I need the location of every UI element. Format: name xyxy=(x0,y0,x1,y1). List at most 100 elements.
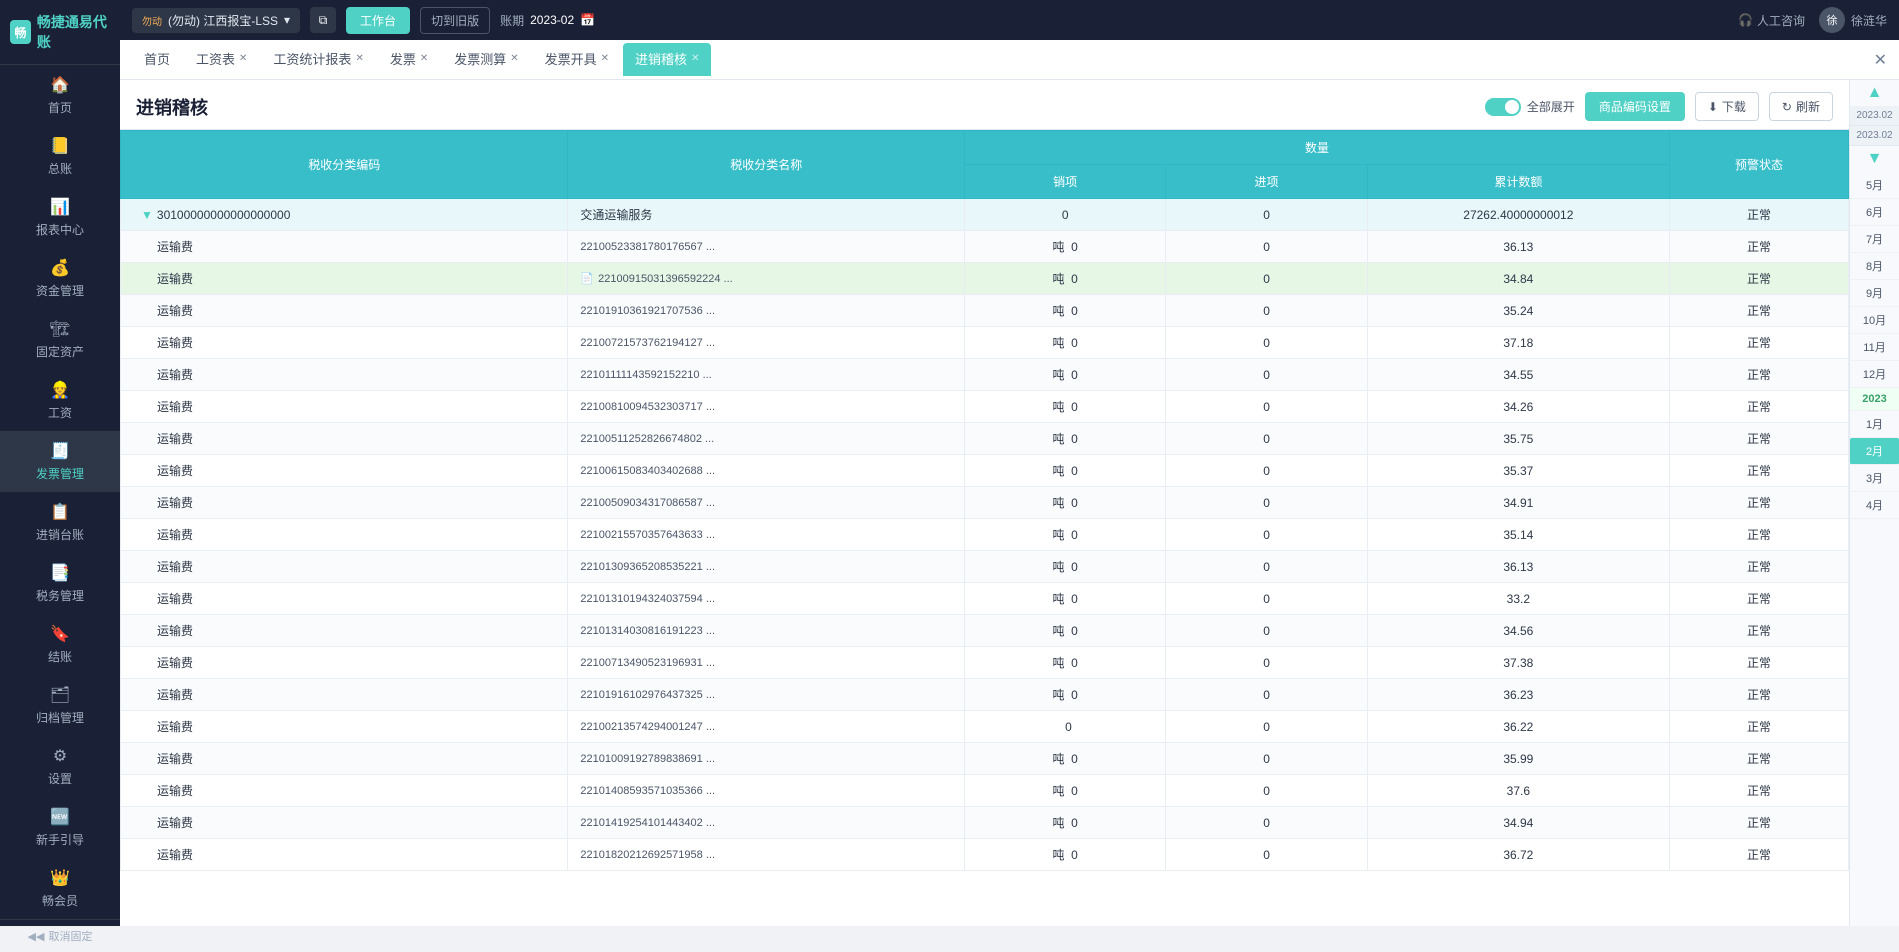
sidebar-item-home[interactable]: 🏠 首页 xyxy=(0,65,120,126)
calendar-month-5[interactable]: 5月 xyxy=(1850,172,1899,199)
invoice-code-cell: 22101820212692571958 ... xyxy=(568,839,965,871)
total-cell: 35.99 xyxy=(1367,743,1669,775)
tab-invoice-calc[interactable]: 发票测算 ✕ xyxy=(442,43,530,76)
calendar-month-2-current[interactable]: 2月 xyxy=(1850,438,1899,465)
calendar-icon[interactable]: 📅 xyxy=(580,13,595,27)
calendar-month-4[interactable]: 4月 xyxy=(1850,492,1899,519)
purchase-cell: 0 xyxy=(1166,359,1367,391)
expand-toggle[interactable]: 全部展开 xyxy=(1485,98,1575,116)
company-selector[interactable]: 勿动 (勿动) 江西报宝-LSS ▾ xyxy=(132,8,300,33)
close-icon[interactable]: ✕ xyxy=(239,53,247,64)
close-icon[interactable]: ✕ xyxy=(355,53,363,64)
support-button[interactable]: 🎧 人工咨询 xyxy=(1738,12,1805,29)
refresh-button[interactable]: ↻ 刷新 xyxy=(1769,92,1833,121)
tax-name-cell: 交通运输服务 xyxy=(568,199,965,231)
app-name: 畅捷通易代账 xyxy=(37,12,110,52)
sidebar-item-vip[interactable]: 👑 畅会员 xyxy=(0,858,120,919)
sales-cell: 吨 0 xyxy=(965,391,1166,423)
workbench-button[interactable]: 工作台 xyxy=(346,7,410,34)
table-row[interactable]: 运输费 22100523381780176567 ... 吨 0 0 36.13… xyxy=(121,231,1849,263)
sidebar-item-guide[interactable]: 🆕 新手引导 xyxy=(0,797,120,858)
tab-sales-audit[interactable]: 进销稽核 ✕ xyxy=(623,43,711,76)
status-cell: 正常 xyxy=(1670,775,1849,807)
table-row[interactable]: 运输费 22100215570357643633 ... 吨 0 0 35.14… xyxy=(121,519,1849,551)
close-icon[interactable]: ✕ xyxy=(691,53,699,64)
table-row[interactable]: 运输费 22101314030816191223 ... 吨 0 0 34.56… xyxy=(121,615,1849,647)
table-wrapper: 税收分类编码 税收分类名称 数量 预警状态 xyxy=(120,130,1849,926)
sidebar-item-tax[interactable]: 📑 税务管理 xyxy=(0,553,120,614)
item-name-cell: 运输费 xyxy=(121,455,568,487)
calendar-month-9[interactable]: 9月 xyxy=(1850,280,1899,307)
calendar-year-2023[interactable]: 2023 xyxy=(1850,388,1899,411)
purchase-cell: 0 xyxy=(1166,551,1367,583)
sidebar-item-salary[interactable]: 👷 工资 xyxy=(0,370,120,431)
sales-cell: 吨 0 xyxy=(965,647,1166,679)
avatar: 徐 xyxy=(1819,7,1845,33)
table-row[interactable]: 运输费 22100509034317086587 ... 吨 0 0 34.91… xyxy=(121,487,1849,519)
close-icon[interactable]: ✕ xyxy=(601,53,609,64)
calendar-collapse-button[interactable]: ▼ xyxy=(1850,146,1899,172)
calendar-month-11[interactable]: 11月 xyxy=(1850,334,1899,361)
sidebar-item-assets[interactable]: 🏗 固定资产 xyxy=(0,309,120,370)
item-name-cell: 运输费 xyxy=(121,807,568,839)
switch-version-button[interactable]: 切到旧版 xyxy=(420,7,490,34)
status-cell: 正常 xyxy=(1670,519,1849,551)
tab-invoice-issue[interactable]: 发票开具 ✕ xyxy=(533,43,621,76)
table-row[interactable]: 运输费 22101419254101443402 ... 吨 0 0 34.94… xyxy=(121,807,1849,839)
calendar-month-3[interactable]: 3月 xyxy=(1850,465,1899,492)
close-icon[interactable]: ✕ xyxy=(420,53,428,64)
table-row[interactable]: 运输费 22101910361921707536 ... 吨 0 0 35.24… xyxy=(121,295,1849,327)
close-icon[interactable]: ✕ xyxy=(510,53,518,64)
calendar-month-10[interactable]: 10月 xyxy=(1850,307,1899,334)
sidebar-item-archive[interactable]: 🗂 归档管理 xyxy=(0,675,120,736)
tab-invoice[interactable]: 发票 ✕ xyxy=(378,43,440,76)
user-menu[interactable]: 徐 徐涟华 xyxy=(1819,7,1887,33)
page-header: 进销稽核 全部展开 商品编码设置 ⬇ 下载 ↻ 刷 xyxy=(120,80,1849,130)
sales-cell: 吨 0 xyxy=(965,455,1166,487)
sidebar-item-close-period[interactable]: 🔖 结账 xyxy=(0,614,120,675)
tab-close-all[interactable]: ✕ xyxy=(1874,50,1887,70)
app-logo: 畅 畅捷通易代账 xyxy=(0,0,120,65)
item-name-cell: 运输费 xyxy=(121,775,568,807)
table-row[interactable]: 运输费 22101408593571035366 ... 吨 0 0 37.6 … xyxy=(121,775,1849,807)
calendar-month-12[interactable]: 12月 xyxy=(1850,361,1899,388)
invoice-code-cell: 22100511252826674802 ... xyxy=(568,423,965,455)
sidebar-item-sales-ledger[interactable]: 📋 进销台账 xyxy=(0,492,120,553)
table-row[interactable]: 运输费 📄22100915031396592224 ... 吨 0 0 34.8… xyxy=(121,263,1849,295)
table-row[interactable]: 运输费 22101111143592152210 ... 吨 0 0 34.55… xyxy=(121,359,1849,391)
copy-icon[interactable]: ⧉ xyxy=(310,7,336,33)
sidebar-item-funds[interactable]: 💰 资金管理 xyxy=(0,248,120,309)
total-cell: 35.14 xyxy=(1367,519,1669,551)
download-button[interactable]: ⬇ 下载 xyxy=(1695,92,1759,121)
settings-button[interactable]: 商品编码设置 xyxy=(1585,92,1685,121)
unpin-button[interactable]: ◀◀ 取消固定 xyxy=(0,919,120,952)
calendar-month-1[interactable]: 1月 xyxy=(1850,411,1899,438)
sidebar-item-ledger[interactable]: 📒 总账 xyxy=(0,126,120,187)
table-row[interactable]: 运输费 22100713490523196931 ... 吨 0 0 37.38… xyxy=(121,647,1849,679)
tab-salary-table[interactable]: 工资表 ✕ xyxy=(184,43,259,76)
calendar-month-6[interactable]: 6月 xyxy=(1850,199,1899,226)
table-row[interactable]: 运输费 22101309365208535221 ... 吨 0 0 36.13… xyxy=(121,551,1849,583)
table-row[interactable]: 运输费 22101820212692571958 ... 吨 0 0 36.72… xyxy=(121,839,1849,871)
table-row[interactable]: 运输费 22100721573762194127 ... 吨 0 0 37.18… xyxy=(121,327,1849,359)
table-row[interactable]: 运输费 22100810094532303717 ... 吨 0 0 34.26… xyxy=(121,391,1849,423)
table-row[interactable]: 运输费 22100213574294001247 ... 0 0 36.22 正… xyxy=(121,711,1849,743)
sidebar-item-invoice[interactable]: 🧾 发票管理 xyxy=(0,431,120,492)
table-row[interactable]: ▼30100000000000000000 交通运输服务 0 0 27262.4… xyxy=(121,199,1849,231)
table-row[interactable]: 运输费 22101310194324037594 ... 吨 0 0 33.2 … xyxy=(121,583,1849,615)
toggle-track[interactable] xyxy=(1485,98,1521,116)
tab-home[interactable]: 首页 xyxy=(132,43,182,76)
table-row[interactable]: 运输费 22100615083403402688 ... 吨 0 0 35.37… xyxy=(121,455,1849,487)
table-row[interactable]: 运输费 22101009192789838691 ... 吨 0 0 35.99… xyxy=(121,743,1849,775)
table-row[interactable]: 运输费 22101916102976437325 ... 吨 0 0 36.23… xyxy=(121,679,1849,711)
calendar-expand-button[interactable]: ▲ xyxy=(1850,80,1899,106)
tab-salary-report[interactable]: 工资统计报表 ✕ xyxy=(261,43,375,76)
sales-cell: 吨 0 xyxy=(965,583,1166,615)
table-row[interactable]: 运输费 22100511252826674802 ... 吨 0 0 35.75… xyxy=(121,423,1849,455)
sidebar-item-reports[interactable]: 📊 报表中心 xyxy=(0,187,120,248)
tab-label: 工资统计报表 xyxy=(273,49,351,68)
calendar-month-7[interactable]: 7月 xyxy=(1850,226,1899,253)
sales-cell: 吨 0 xyxy=(965,775,1166,807)
sidebar-item-settings[interactable]: ⚙ 设置 xyxy=(0,736,120,797)
calendar-month-8[interactable]: 8月 xyxy=(1850,253,1899,280)
